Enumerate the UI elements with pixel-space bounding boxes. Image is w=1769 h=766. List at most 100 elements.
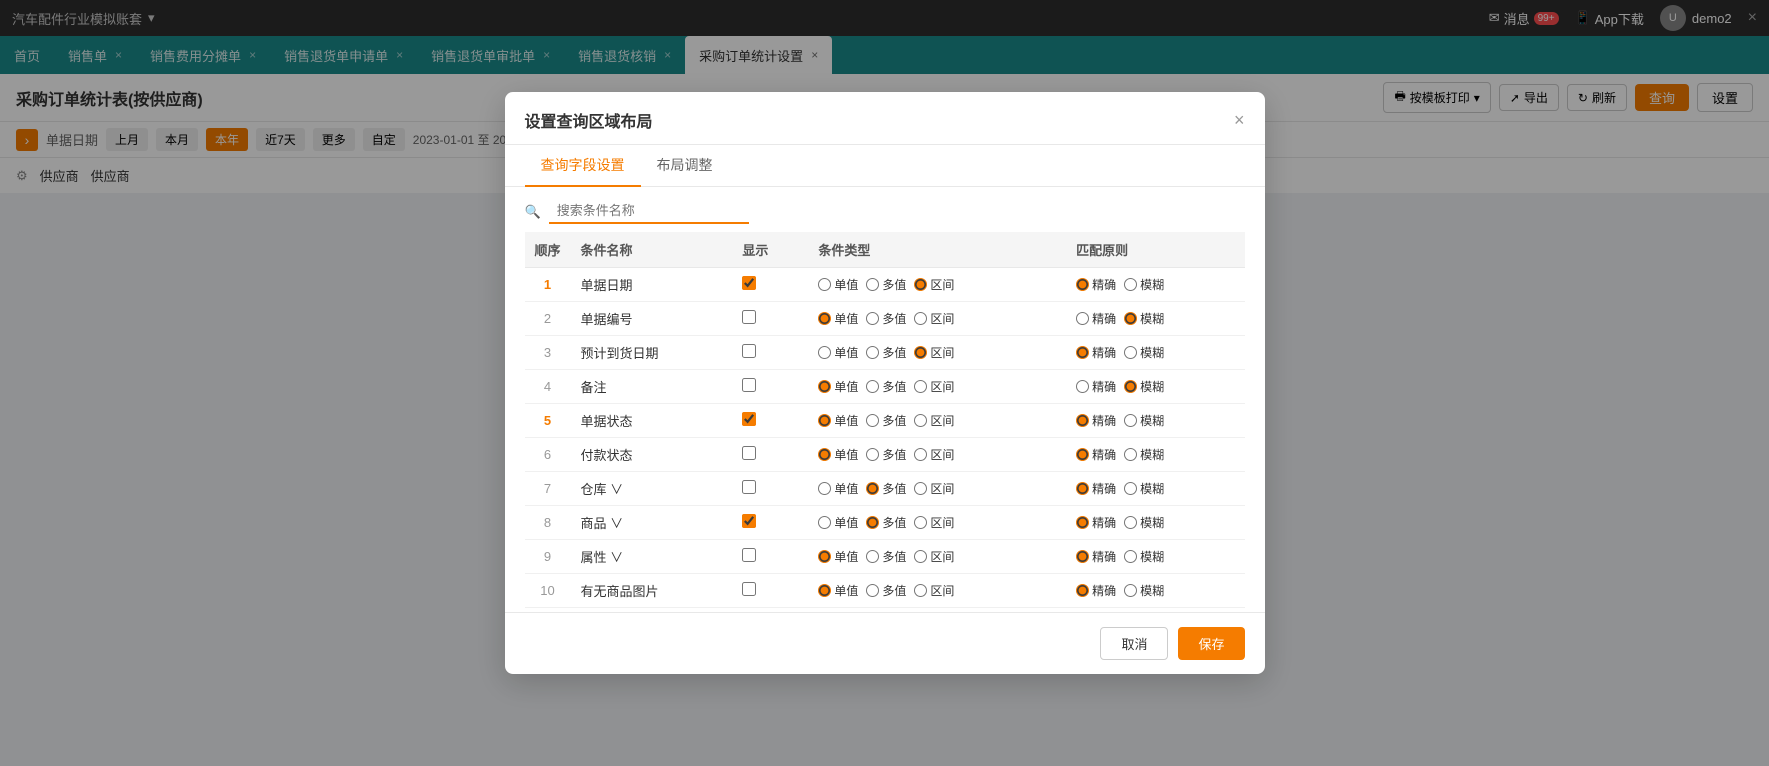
type-radio-type_multi[interactable]: 多值 <box>866 276 906 293</box>
match-radio-match_fuzzy[interactable]: 模糊 <box>1124 480 1164 497</box>
show-checkbox[interactable] <box>742 480 756 494</box>
table-row: 2单据编号单值多值区间精确模糊 <box>525 302 1245 336</box>
row-show-checkbox[interactable] <box>732 268 808 302</box>
modal-overlay: 设置查询区域布局 × 查询字段设置 布局调整 🔍 顺序 条件名称 <box>0 0 1769 766</box>
row-order: 9 <box>525 540 571 574</box>
type-radio-type_single[interactable]: 单值 <box>818 582 858 599</box>
type-radio-type_single[interactable]: 单值 <box>818 480 858 497</box>
row-show-checkbox[interactable] <box>732 540 808 574</box>
match-radio-match_fuzzy[interactable]: 模糊 <box>1124 582 1164 599</box>
type-radio-type_single[interactable]: 单值 <box>818 344 858 361</box>
match-radio-match_fuzzy[interactable]: 模糊 <box>1124 446 1164 463</box>
match-radio-match_exact[interactable]: 精确 <box>1076 276 1116 293</box>
type-radio-type_single[interactable]: 单值 <box>818 276 858 293</box>
match-radio-match_fuzzy[interactable]: 模糊 <box>1124 514 1164 531</box>
row-match-radio: 精确模糊 <box>1066 608 1244 613</box>
search-icon: 🔍 <box>525 204 541 220</box>
type-radio-type_range[interactable]: 区间 <box>914 582 954 599</box>
show-checkbox[interactable] <box>742 548 756 562</box>
type-radio-type_range[interactable]: 区间 <box>914 480 954 497</box>
row-show-checkbox[interactable] <box>732 404 808 438</box>
row-match-radio: 精确模糊 <box>1066 574 1244 608</box>
row-order: 8 <box>525 506 571 540</box>
show-checkbox[interactable] <box>742 412 756 426</box>
match-radio-match_exact[interactable]: 精确 <box>1076 514 1116 531</box>
type-radio-type_range[interactable]: 区间 <box>914 514 954 531</box>
match-radio-match_exact[interactable]: 精确 <box>1076 412 1116 429</box>
show-checkbox[interactable] <box>742 378 756 392</box>
cancel-button[interactable]: 取消 <box>1100 627 1168 660</box>
type-radio-type_range[interactable]: 区间 <box>914 344 954 361</box>
show-checkbox[interactable] <box>742 310 756 324</box>
match-radio-match_exact[interactable]: 精确 <box>1076 344 1116 361</box>
show-checkbox[interactable] <box>742 514 756 528</box>
type-radio-type_single[interactable]: 单值 <box>818 548 858 565</box>
row-show-checkbox[interactable] <box>732 438 808 472</box>
type-radio-type_single[interactable]: 单值 <box>818 514 858 531</box>
tab-query-fields-label: 查询字段设置 <box>541 157 625 173</box>
type-radio-type_single[interactable]: 单值 <box>818 446 858 463</box>
match-radio-match_fuzzy[interactable]: 模糊 <box>1124 310 1164 327</box>
row-order: 2 <box>525 302 571 336</box>
row-show-checkbox[interactable] <box>732 472 808 506</box>
match-radio-match_exact[interactable]: 精确 <box>1076 310 1116 327</box>
row-order: 1 <box>525 268 571 302</box>
modal-search-area: 🔍 <box>505 187 1265 232</box>
row-show-checkbox[interactable] <box>732 574 808 608</box>
settings-modal: 设置查询区域布局 × 查询字段设置 布局调整 🔍 顺序 条件名称 <box>505 92 1265 674</box>
type-radio-type_multi[interactable]: 多值 <box>866 514 906 531</box>
type-radio-type_multi[interactable]: 多值 <box>866 412 906 429</box>
modal-close-button[interactable]: × <box>1234 111 1245 129</box>
row-type-radio: 单值多值区间 <box>808 336 1066 370</box>
show-checkbox[interactable] <box>742 446 756 460</box>
modal-footer: 取消 保存 <box>505 612 1265 674</box>
th-name: 条件名称 <box>571 232 733 268</box>
type-radio-type_single[interactable]: 单值 <box>818 310 858 327</box>
type-radio-type_multi[interactable]: 多值 <box>866 344 906 361</box>
match-radio-match_exact[interactable]: 精确 <box>1076 480 1116 497</box>
show-checkbox[interactable] <box>742 276 756 290</box>
type-radio-type_multi[interactable]: 多值 <box>866 378 906 395</box>
match-radio-match_fuzzy[interactable]: 模糊 <box>1124 548 1164 565</box>
type-radio-type_single[interactable]: 单值 <box>818 378 858 395</box>
show-checkbox[interactable] <box>742 344 756 358</box>
type-radio-type_multi[interactable]: 多值 <box>866 582 906 599</box>
type-radio-type_range[interactable]: 区间 <box>914 378 954 395</box>
type-radio-type_multi[interactable]: 多值 <box>866 480 906 497</box>
type-radio-type_range[interactable]: 区间 <box>914 310 954 327</box>
match-radio-match_exact[interactable]: 精确 <box>1076 378 1116 395</box>
match-radio-match_fuzzy[interactable]: 模糊 <box>1124 412 1164 429</box>
row-match-radio: 精确模糊 <box>1066 438 1244 472</box>
table-row: 3预计到货日期单值多值区间精确模糊 <box>525 336 1245 370</box>
match-radio-match_fuzzy[interactable]: 模糊 <box>1124 276 1164 293</box>
search-input[interactable] <box>549 199 749 224</box>
row-show-checkbox[interactable] <box>732 370 808 404</box>
type-radio-type_single[interactable]: 单值 <box>818 412 858 429</box>
match-radio-match_exact[interactable]: 精确 <box>1076 582 1116 599</box>
type-radio-type_range[interactable]: 区间 <box>914 276 954 293</box>
row-type-radio: 单值多值区间 <box>808 506 1066 540</box>
type-radio-type_multi[interactable]: 多值 <box>866 446 906 463</box>
table-row: 10有无商品图片单值多值区间精确模糊 <box>525 574 1245 608</box>
match-radio-match_fuzzy[interactable]: 模糊 <box>1124 378 1164 395</box>
type-radio-type_range[interactable]: 区间 <box>914 412 954 429</box>
type-radio-type_range[interactable]: 区间 <box>914 446 954 463</box>
row-show-checkbox[interactable] <box>732 336 808 370</box>
row-show-checkbox[interactable] <box>732 608 808 613</box>
row-match-radio: 精确模糊 <box>1066 336 1244 370</box>
type-radio-type_multi[interactable]: 多值 <box>866 548 906 565</box>
tab-layout-adjust[interactable]: 布局调整 <box>641 145 729 187</box>
match-radio-match_exact[interactable]: 精确 <box>1076 446 1116 463</box>
row-condition-name: 付款状态 <box>571 438 733 472</box>
save-button[interactable]: 保存 <box>1178 627 1244 660</box>
row-match-radio: 精确模糊 <box>1066 370 1244 404</box>
row-show-checkbox[interactable] <box>732 506 808 540</box>
match-radio-match_fuzzy[interactable]: 模糊 <box>1124 344 1164 361</box>
row-show-checkbox[interactable] <box>732 302 808 336</box>
tab-query-fields[interactable]: 查询字段设置 <box>525 145 641 187</box>
th-order: 顺序 <box>525 232 571 268</box>
type-radio-type_multi[interactable]: 多值 <box>866 310 906 327</box>
show-checkbox[interactable] <box>742 582 756 596</box>
match-radio-match_exact[interactable]: 精确 <box>1076 548 1116 565</box>
type-radio-type_range[interactable]: 区间 <box>914 548 954 565</box>
